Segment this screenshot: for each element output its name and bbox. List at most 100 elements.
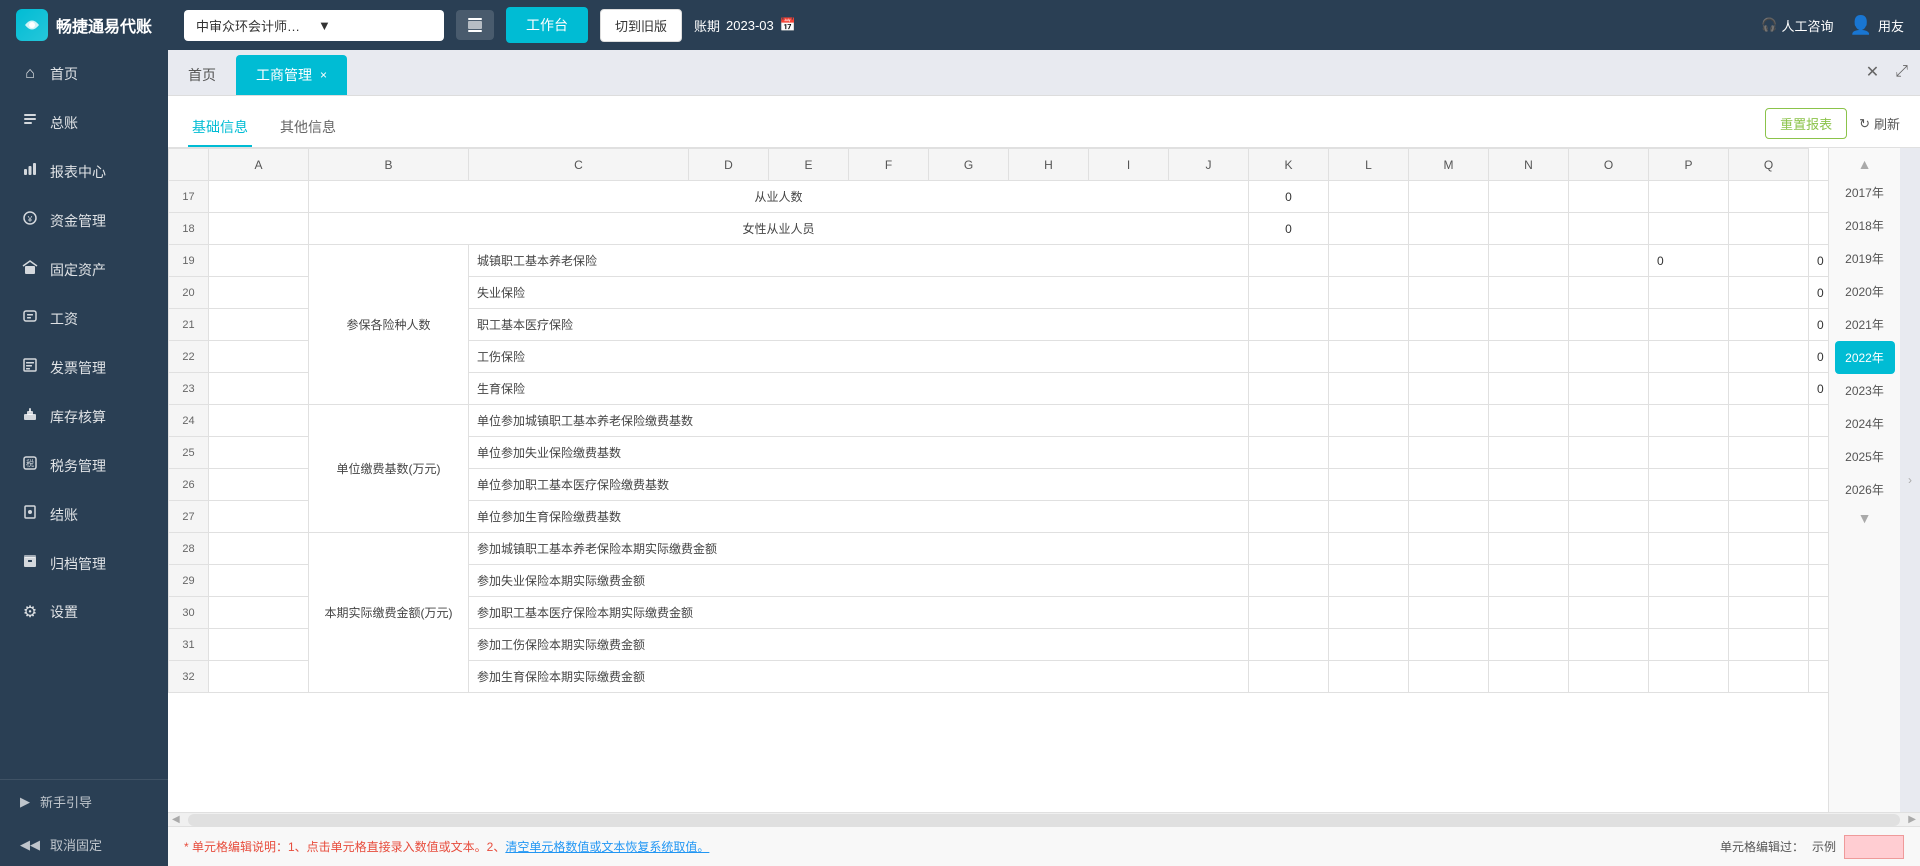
cell-a-19[interactable] <box>209 245 309 277</box>
year-nav-up[interactable]: ▲ <box>1854 152 1876 176</box>
sidebar-item-unpin[interactable]: ◀◀ 取消固定 <box>0 823 168 866</box>
cell-col16-29[interactable] <box>1729 565 1809 597</box>
cell-k-26[interactable] <box>1249 469 1329 501</box>
cell-c-21[interactable]: 职工基本医疗保险 <box>469 309 1249 341</box>
cell-col16-22[interactable] <box>1729 341 1809 373</box>
cell-col15-23[interactable] <box>1649 373 1729 405</box>
cell-col16-24[interactable] <box>1729 405 1809 437</box>
cell-col16-17[interactable] <box>1729 181 1809 213</box>
hint-clear-link[interactable]: 清空单元格数值或文本恢复系统取值。 <box>505 838 709 855</box>
cell-c-31[interactable]: 参加工伤保险本期实际缴费金额 <box>469 629 1249 661</box>
col-header-q[interactable]: Q <box>1729 149 1809 181</box>
cell-a-20[interactable] <box>209 277 309 309</box>
horizontal-scrollbar[interactable]: ◀ ▶ <box>168 812 1920 826</box>
cell-col14-19[interactable] <box>1569 245 1649 277</box>
sidebar-item-settings[interactable]: ⚙ 设置 <box>0 588 168 636</box>
year-item-2025[interactable]: 2025年 <box>1835 440 1895 473</box>
sidebar-item-new-guide[interactable]: ▶ 新手引导 <box>0 780 168 823</box>
cell-a-27[interactable] <box>209 501 309 533</box>
cell-col15-25[interactable] <box>1649 437 1729 469</box>
spreadsheet-container[interactable]: A B C D E F G H I J K L <box>168 148 1828 812</box>
cell-a-30[interactable] <box>209 597 309 629</box>
cell-col14-32[interactable] <box>1569 661 1649 693</box>
year-item-2022[interactable]: 2022年 <box>1835 341 1895 374</box>
cell-c-27[interactable]: 单位参加生育保险缴费基数 <box>469 501 1249 533</box>
cell-col13-24[interactable] <box>1489 405 1569 437</box>
col-header-m[interactable]: M <box>1409 149 1489 181</box>
cell-col11-32[interactable] <box>1329 661 1409 693</box>
cell-col14-27[interactable] <box>1569 501 1649 533</box>
col-header-k[interactable]: K <box>1249 149 1329 181</box>
col-header-e[interactable]: E <box>769 149 849 181</box>
cell-col16-27[interactable] <box>1729 501 1809 533</box>
window-close-btn[interactable]: ✕ <box>1862 58 1883 86</box>
cell-c-22[interactable]: 工伤保险 <box>469 341 1249 373</box>
year-item-2019[interactable]: 2019年 <box>1835 242 1895 275</box>
cell-col15-31[interactable] <box>1649 629 1729 661</box>
cell-col14-17[interactable] <box>1569 181 1649 213</box>
cell-col15-20[interactable] <box>1649 277 1729 309</box>
sidebar-item-tax[interactable]: 税 税务管理 <box>0 441 168 490</box>
cell-col12-32[interactable] <box>1409 661 1489 693</box>
cell-col15-29[interactable] <box>1649 565 1729 597</box>
cell-a-26[interactable] <box>209 469 309 501</box>
cell-k-30[interactable] <box>1249 597 1329 629</box>
cell-col13-29[interactable] <box>1489 565 1569 597</box>
year-nav-down[interactable]: ▼ <box>1854 506 1876 530</box>
cell-col14-26[interactable] <box>1569 469 1649 501</box>
col-header-h[interactable]: H <box>1009 149 1089 181</box>
cell-col16-26[interactable] <box>1729 469 1809 501</box>
year-item-2021[interactable]: 2021年 <box>1835 308 1895 341</box>
cell-col13-28[interactable] <box>1489 533 1569 565</box>
cell-col16-20[interactable] <box>1729 277 1809 309</box>
cell-col14-21[interactable] <box>1569 309 1649 341</box>
sidebar-item-inventory[interactable]: 库存核算 <box>0 392 168 441</box>
cell-col12-19[interactable] <box>1409 245 1489 277</box>
window-expand-btn[interactable]: ⤢ <box>1891 59 1912 85</box>
cell-p-28[interactable] <box>1809 533 1829 565</box>
refresh-btn[interactable]: ↻ 刷新 <box>1859 108 1900 139</box>
cell-col16-32[interactable] <box>1729 661 1809 693</box>
cell-col11-27[interactable] <box>1329 501 1409 533</box>
cell-col16-30[interactable] <box>1729 597 1809 629</box>
cell-col11-28[interactable] <box>1329 533 1409 565</box>
cell-col14-28[interactable] <box>1569 533 1649 565</box>
sidebar-item-home[interactable]: ⌂ 首页 <box>0 50 168 98</box>
reset-report-btn[interactable]: 重置报表 <box>1765 108 1847 139</box>
cell-a-17[interactable] <box>209 181 309 213</box>
cell-col12-31[interactable] <box>1409 629 1489 661</box>
cell-col15-27[interactable] <box>1649 501 1729 533</box>
cell-k-22[interactable] <box>1249 341 1329 373</box>
year-item-2017[interactable]: 2017年 <box>1835 176 1895 209</box>
cell-col15-21[interactable] <box>1649 309 1729 341</box>
cell-k-21[interactable] <box>1249 309 1329 341</box>
col-header-j[interactable]: J <box>1169 149 1249 181</box>
cell-p-22[interactable]: 0 <box>1809 341 1829 373</box>
cell-a-32[interactable] <box>209 661 309 693</box>
cell-col11-26[interactable] <box>1329 469 1409 501</box>
cell-col16-25[interactable] <box>1729 437 1809 469</box>
workbench-btn[interactable]: 工作台 <box>506 7 588 43</box>
cell-col11-17[interactable] <box>1329 181 1409 213</box>
sidebar-item-fund[interactable]: ¥ 资金管理 <box>0 196 168 245</box>
tab-close-btn[interactable]: × <box>320 68 327 82</box>
company-settings-btn[interactable] <box>456 10 494 40</box>
cell-col13-17[interactable] <box>1489 181 1569 213</box>
cell-col14-20[interactable] <box>1569 277 1649 309</box>
cell-col12-25[interactable] <box>1409 437 1489 469</box>
col-header-b[interactable]: B <box>309 149 469 181</box>
cell-col15-19[interactable]: 0 <box>1649 245 1729 277</box>
col-header-i[interactable]: I <box>1089 149 1169 181</box>
cell-col13-23[interactable] <box>1489 373 1569 405</box>
cell-col11-23[interactable] <box>1329 373 1409 405</box>
cell-col12-29[interactable] <box>1409 565 1489 597</box>
col-header-f[interactable]: F <box>849 149 929 181</box>
cell-a-31[interactable] <box>209 629 309 661</box>
cell-col17-18[interactable] <box>1809 213 1829 245</box>
cell-p-26[interactable] <box>1809 469 1829 501</box>
cell-c-29[interactable]: 参加失业保险本期实际缴费金额 <box>469 565 1249 597</box>
col-header-n[interactable]: N <box>1489 149 1569 181</box>
cell-col13-31[interactable] <box>1489 629 1569 661</box>
cell-col16-23[interactable] <box>1729 373 1809 405</box>
sidebar-item-fixed-assets[interactable]: 固定资产 <box>0 245 168 294</box>
